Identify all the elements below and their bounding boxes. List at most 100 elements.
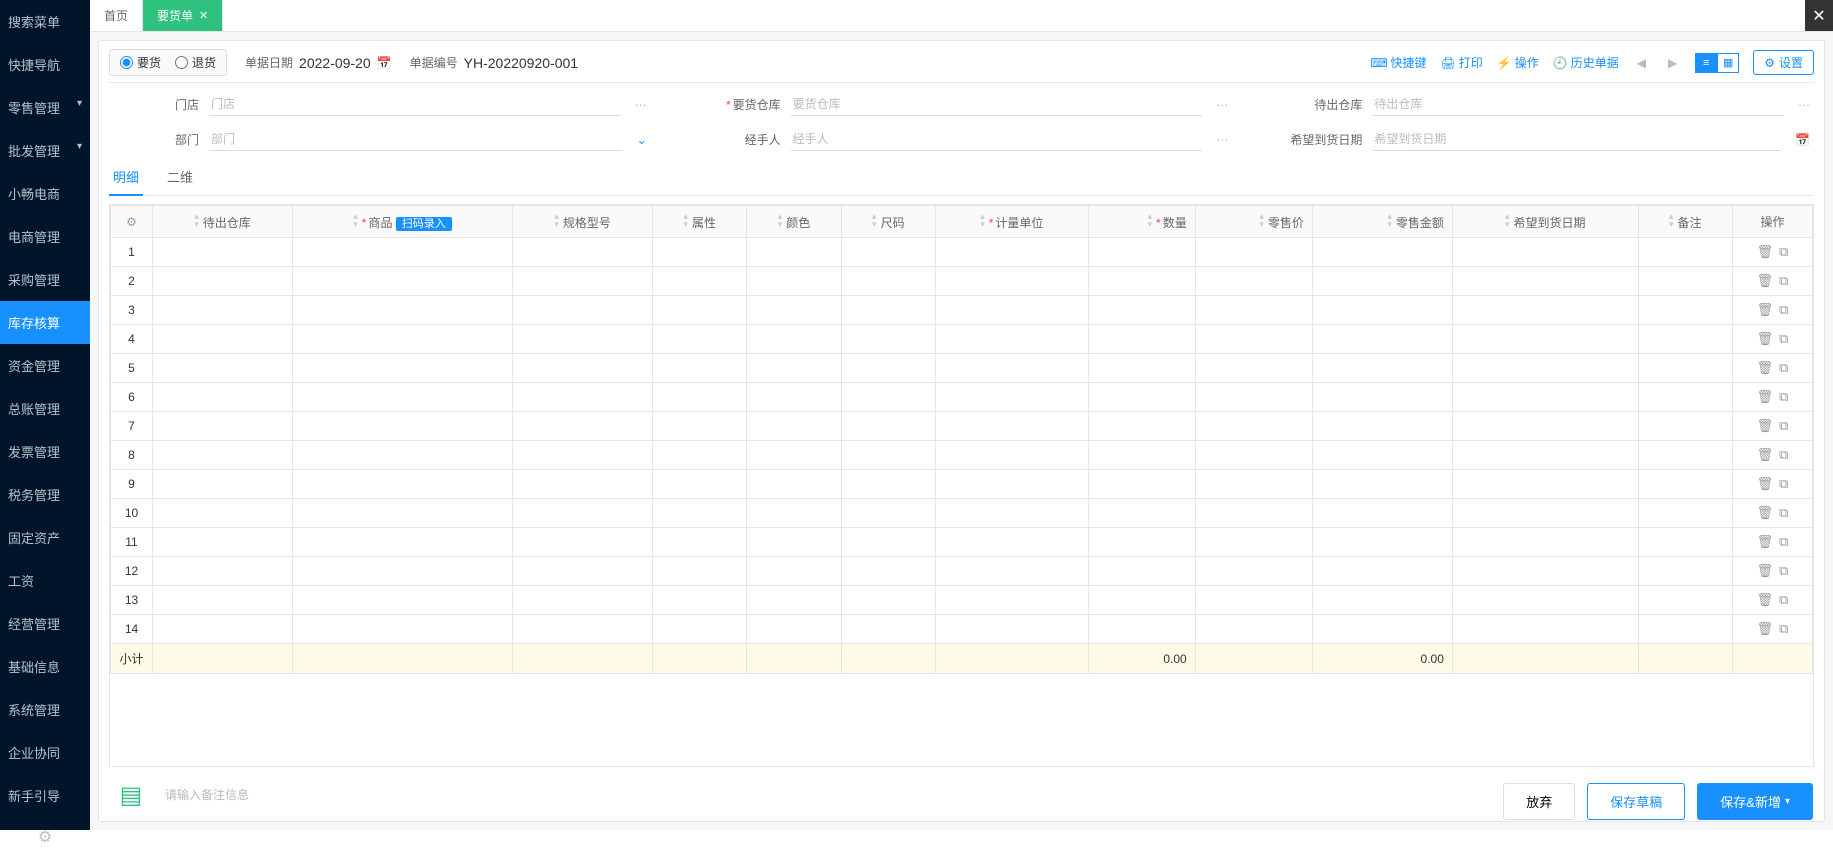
copy-icon[interactable]: ⧉: [1776, 592, 1791, 607]
sidebar-item[interactable]: 工资: [0, 559, 90, 602]
copy-icon[interactable]: ⧉: [1776, 418, 1791, 433]
sidebar-item[interactable]: 经营管理: [0, 602, 90, 645]
sidebar-item[interactable]: 企业协同: [0, 731, 90, 774]
delete-icon[interactable]: 🗑: [1754, 418, 1777, 433]
out-warehouse-input[interactable]: [1372, 93, 1784, 116]
delete-icon[interactable]: 🗑: [1754, 563, 1777, 578]
col-amount[interactable]: ▴▾零售金额: [1312, 206, 1452, 238]
copy-icon[interactable]: ⧉: [1776, 389, 1791, 404]
table-row[interactable]: 12🗑⧉: [111, 557, 1813, 586]
delete-icon[interactable]: 🗑: [1754, 447, 1777, 462]
sidebar-item[interactable]: 电商管理: [0, 215, 90, 258]
close-all-icon[interactable]: ✕: [1805, 0, 1833, 31]
sidebar-item[interactable]: 库存核算: [0, 301, 90, 344]
delete-icon[interactable]: 🗑: [1754, 505, 1777, 520]
table-row[interactable]: 6🗑⧉: [111, 383, 1813, 412]
copy-icon[interactable]: ⧉: [1776, 534, 1791, 549]
more-icon[interactable]: ⋯: [1212, 133, 1232, 147]
col-qty[interactable]: ▴▾*数量: [1088, 206, 1195, 238]
copy-icon[interactable]: ⧉: [1776, 331, 1791, 346]
delete-icon[interactable]: 🗑: [1754, 244, 1777, 259]
sidebar-item[interactable]: 零售管理: [0, 86, 90, 129]
close-icon[interactable]: ✕: [199, 9, 208, 22]
chevron-down-icon[interactable]: ▾: [1785, 796, 1790, 807]
sidebar-item[interactable]: 快捷导航: [0, 43, 90, 86]
delete-icon[interactable]: 🗑: [1754, 273, 1777, 288]
sidebar-item[interactable]: 固定资产: [0, 516, 90, 559]
table-row[interactable]: 8🗑⧉: [111, 441, 1813, 470]
discard-button[interactable]: 放弃: [1503, 783, 1575, 820]
copy-icon[interactable]: ⧉: [1776, 360, 1791, 375]
more-icon[interactable]: ⋯: [1212, 98, 1232, 112]
col-remark[interactable]: ▴▾备注: [1638, 206, 1732, 238]
delete-icon[interactable]: 🗑: [1754, 302, 1777, 317]
table-row[interactable]: 7🗑⧉: [111, 412, 1813, 441]
chevron-down-icon[interactable]: ⌄: [633, 133, 651, 147]
request-warehouse-input[interactable]: [791, 93, 1203, 116]
table-row[interactable]: 9🗑⧉: [111, 470, 1813, 499]
table-row[interactable]: 10🗑⧉: [111, 499, 1813, 528]
col-color[interactable]: ▴▾颜色: [747, 206, 841, 238]
copy-icon[interactable]: ⧉: [1776, 476, 1791, 491]
col-out-warehouse[interactable]: ▴▾待出仓库: [153, 206, 293, 238]
radio-request[interactable]: 要货: [120, 54, 161, 71]
table-row[interactable]: 4🗑⧉: [111, 325, 1813, 354]
shortcut-button[interactable]: ⌨ 快捷键: [1370, 54, 1426, 71]
col-product[interactable]: ▴▾*商品 扫码录入: [293, 206, 513, 238]
save-draft-button[interactable]: 保存草稿: [1587, 783, 1685, 820]
handler-input[interactable]: [791, 128, 1203, 151]
gear-icon[interactable]: ⚙: [38, 829, 52, 846]
copy-icon[interactable]: ⧉: [1776, 563, 1791, 578]
sidebar-item[interactable]: 系统管理: [0, 688, 90, 731]
copy-icon[interactable]: ⧉: [1776, 621, 1791, 636]
department-input[interactable]: [209, 128, 623, 151]
table-row[interactable]: 11🗑⧉: [111, 528, 1813, 557]
table-row[interactable]: 1🗑⧉: [111, 238, 1813, 267]
copy-icon[interactable]: ⧉: [1776, 447, 1791, 462]
settings-button[interactable]: ⚙ 设置: [1753, 50, 1814, 75]
prev-icon[interactable]: ◀: [1633, 56, 1650, 70]
scan-badge[interactable]: 扫码录入: [396, 217, 452, 231]
sidebar-item[interactable]: 总账管理: [0, 387, 90, 430]
copy-icon[interactable]: ⧉: [1776, 302, 1791, 317]
doc-date[interactable]: 单据日期 2022-09-20 📅: [245, 54, 392, 71]
more-icon[interactable]: ⋯: [631, 98, 651, 112]
col-unit[interactable]: ▴▾*计量单位: [935, 206, 1088, 238]
col-size[interactable]: ▴▾尺码: [841, 206, 935, 238]
tab-request-order[interactable]: 要货单 ✕: [143, 0, 223, 31]
operate-button[interactable]: ⚡ 操作: [1497, 54, 1539, 71]
sidebar-item[interactable]: 批发管理: [0, 129, 90, 172]
col-expect[interactable]: ▴▾希望到货日期: [1452, 206, 1638, 238]
table-row[interactable]: 14🗑⧉: [111, 615, 1813, 644]
table-row[interactable]: 3🗑⧉: [111, 296, 1813, 325]
delete-icon[interactable]: 🗑: [1754, 592, 1777, 607]
sidebar-item[interactable]: 基础信息: [0, 645, 90, 688]
tab-2d[interactable]: 二维: [163, 161, 197, 195]
table-settings-icon[interactable]: ⚙: [111, 206, 153, 238]
delete-icon[interactable]: 🗑: [1754, 360, 1777, 375]
sidebar-item[interactable]: 资金管理: [0, 344, 90, 387]
delete-icon[interactable]: 🗑: [1754, 476, 1777, 491]
copy-icon[interactable]: ⧉: [1776, 505, 1791, 520]
history-button[interactable]: 🕘 历史单据: [1553, 54, 1619, 71]
view-list-icon[interactable]: ≡: [1695, 53, 1717, 73]
next-icon[interactable]: ▶: [1664, 56, 1681, 70]
col-spec[interactable]: ▴▾规格型号: [513, 206, 653, 238]
calendar-icon[interactable]: 📅: [1791, 133, 1814, 147]
table-row[interactable]: 2🗑⧉: [111, 267, 1813, 296]
calendar-icon[interactable]: 📅: [377, 56, 392, 70]
tab-detail[interactable]: 明细: [109, 161, 143, 196]
copy-icon[interactable]: ⧉: [1776, 244, 1791, 259]
delete-icon[interactable]: 🗑: [1754, 534, 1777, 549]
delete-icon[interactable]: 🗑: [1754, 331, 1777, 346]
table-row[interactable]: 5🗑⧉: [111, 354, 1813, 383]
view-card-icon[interactable]: ▦: [1717, 53, 1739, 73]
sidebar-item[interactable]: 税务管理: [0, 473, 90, 516]
col-attr[interactable]: ▴▾属性: [653, 206, 747, 238]
sidebar-item[interactable]: 新手引导: [0, 774, 90, 817]
col-price[interactable]: ▴▾零售价: [1195, 206, 1312, 238]
delete-icon[interactable]: 🗑: [1754, 389, 1777, 404]
sidebar-item[interactable]: 小畅电商: [0, 172, 90, 215]
expect-date-input[interactable]: [1372, 128, 1781, 151]
sidebar-item[interactable]: 搜索菜单: [0, 0, 90, 43]
